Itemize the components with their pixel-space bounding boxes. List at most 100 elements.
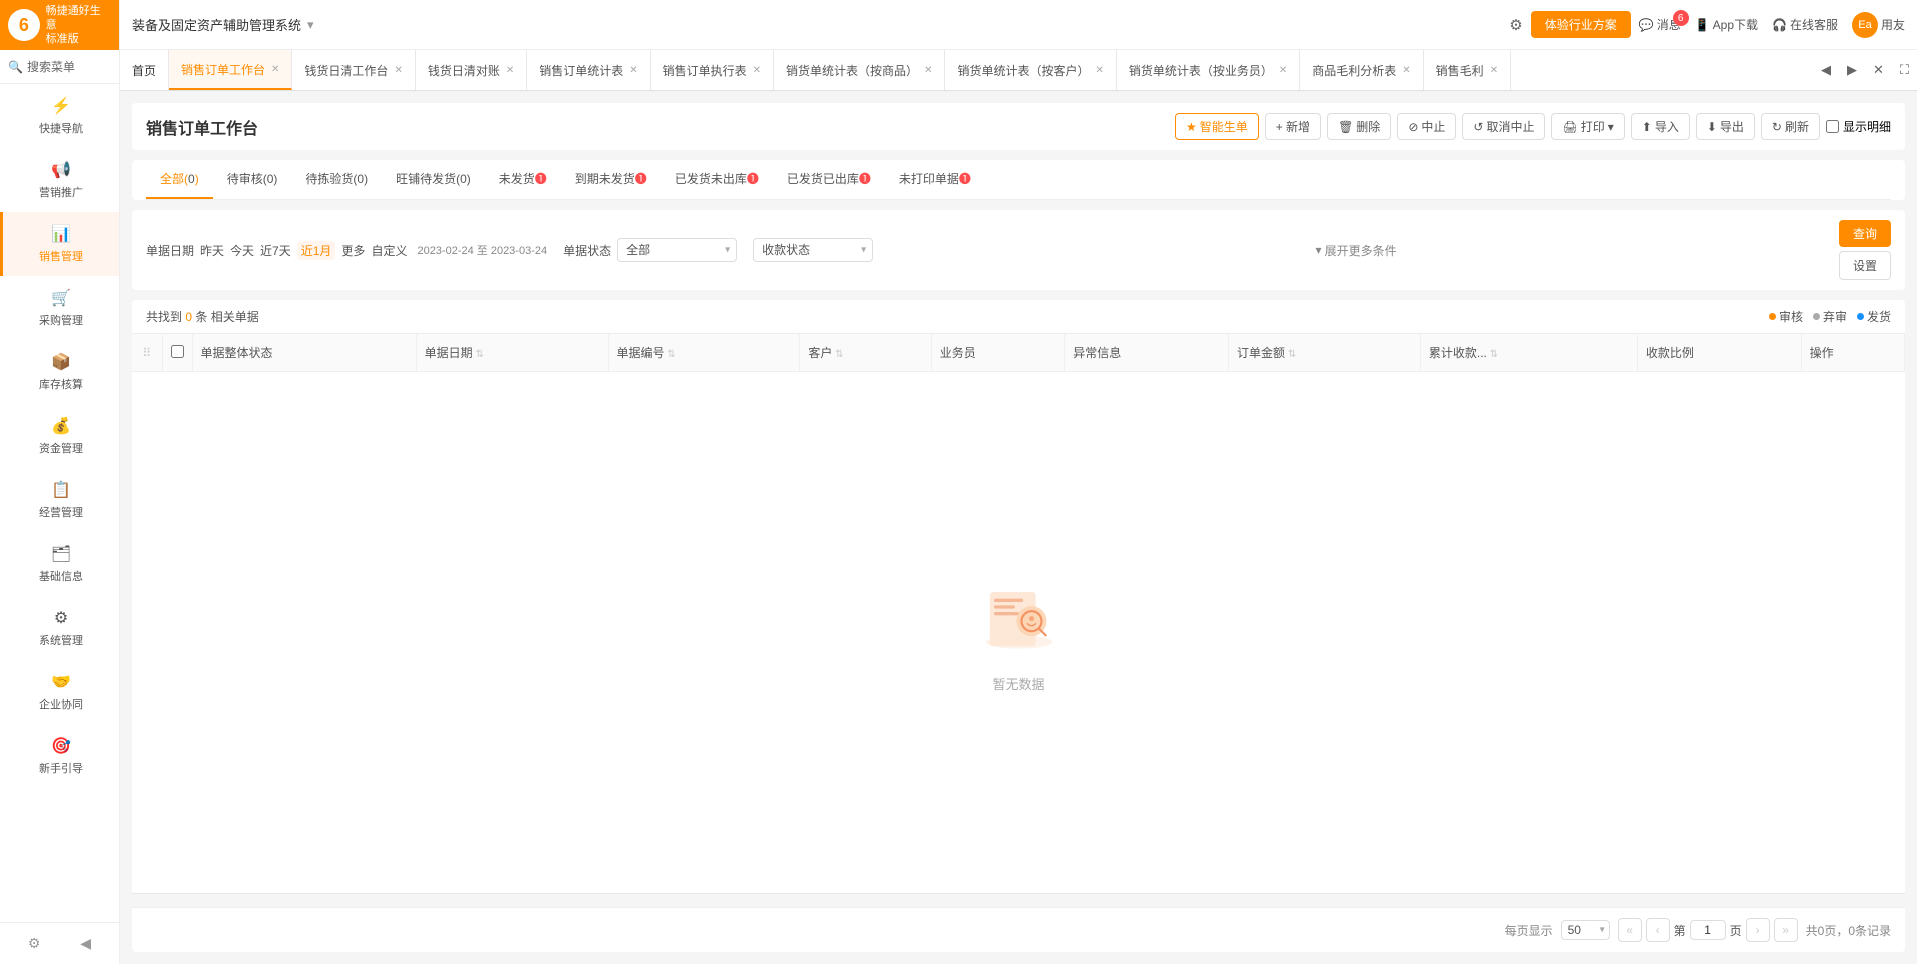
tab-close-sales-order-workspace[interactable]: ✕ (271, 64, 279, 75)
filter-tab-shipped-out[interactable]: 已发货已出库❶ (773, 160, 885, 199)
sidebar-item-sales[interactable]: 📊 销售管理 (0, 212, 119, 276)
th-date[interactable]: 单据日期 (416, 334, 608, 372)
topbar-gear-icon[interactable]: ⚙ (1509, 16, 1522, 34)
filter-status-select[interactable]: 全部 (617, 238, 737, 262)
sidebar-search[interactable]: 🔍 搜索菜单 (0, 50, 119, 84)
delete-button[interactable]: 🗑 删除 (1327, 113, 1391, 140)
sidebar-item-guide[interactable]: 🎯 新手引导 (0, 724, 119, 788)
th-number[interactable]: 单据编号 (608, 334, 800, 372)
messages-btn[interactable]: 💬 消息 6 (1639, 16, 1681, 33)
th-collected[interactable]: 累计收款... (1420, 334, 1637, 372)
tab-close-sales-stats[interactable]: ✕ (629, 65, 637, 76)
user-menu[interactable]: Ea 用友 (1852, 12, 1905, 38)
smart-create-button[interactable]: ★ 智能生单 (1175, 113, 1259, 140)
batch-review-btn[interactable]: 审核 (1769, 308, 1803, 325)
sidebar-item-purchase[interactable]: 🛒 采购管理 (0, 276, 119, 340)
select-all-checkbox[interactable] (171, 345, 184, 358)
system-title: 装备及固定资产辅助管理系统 ▾ (132, 15, 1501, 34)
online-service-btn[interactable]: 🎧 在线客服 (1772, 16, 1838, 33)
horizontal-scrollbar[interactable] (132, 893, 1905, 907)
refresh-button[interactable]: ↻ 刷新 (1761, 113, 1820, 140)
sidebar-item-system[interactable]: ⚙ 系统管理 (0, 596, 119, 660)
new-button[interactable]: + 新增 (1265, 113, 1321, 140)
sidebar-item-basic-info[interactable]: 🗂 基础信息 (0, 532, 119, 596)
filter-tab-pending-inspect[interactable]: 待拣验货(0) (291, 160, 382, 199)
tab-close-current[interactable]: ✕ (1865, 50, 1892, 90)
sidebar-item-marketing[interactable]: 📢 营销推广 (0, 148, 119, 212)
pagination-first-btn[interactable]: « (1618, 918, 1642, 942)
shortcut-more[interactable]: 更多 (341, 242, 365, 259)
pagination-page-input[interactable] (1690, 920, 1726, 940)
tab-sales-summary-staff[interactable]: 销货单统计表（按业务员） ✕ (1117, 50, 1300, 90)
tab-sales-stats[interactable]: 销售订单统计表 ✕ (527, 50, 650, 90)
tab-close-cash-daily[interactable]: ✕ (394, 65, 402, 76)
filter-tab-not-printed[interactable]: 未打印单据❶ (885, 160, 985, 199)
filter-tab-all[interactable]: 全部(0) (146, 160, 213, 199)
tab-margin-analysis[interactable]: 商品毛利分析表 ✕ (1300, 50, 1423, 90)
filter-query-button[interactable]: 查询 (1839, 220, 1891, 247)
filter-tab-pending-review[interactable]: 待审核(0) (213, 160, 292, 199)
tab-close-sales-summary-customer[interactable]: ✕ (1095, 65, 1103, 76)
filter-tabs: 全部(0) 待审核(0) 待拣验货(0) 旺铺待发货(0) 未发货❶ 到期未发货… (132, 160, 1905, 200)
sidebar-item-cooperation[interactable]: 🤝 企业协同 (0, 660, 119, 724)
shortcut-1month[interactable]: 近1月 (297, 241, 336, 260)
filter-tab-shipped-not-out[interactable]: 已发货未出库❶ (661, 160, 773, 199)
industry-solution-button[interactable]: 体验行业方案 (1531, 11, 1631, 38)
filter-tab-not-shipped[interactable]: 未发货❶ (485, 160, 561, 199)
app-download-btn[interactable]: 📱 App下载 (1695, 16, 1758, 33)
tab-fullscreen[interactable]: ⛶ (1892, 50, 1917, 90)
pagination-next-btn[interactable]: › (1746, 918, 1770, 942)
review-dot (1769, 313, 1776, 320)
tab-close-sales-summary-staff[interactable]: ✕ (1279, 65, 1287, 76)
sidebar-item-operations[interactable]: 📋 经营管理 (0, 468, 119, 532)
tab-sales-order-workspace[interactable]: 销售订单工作台 ✕ (169, 50, 292, 90)
tab-close-sales-profit[interactable]: ✕ (1490, 65, 1498, 76)
per-page-select[interactable]: 10 20 50 100 (1561, 920, 1610, 940)
sidebar-item-inventory[interactable]: 📦 库存核算 (0, 340, 119, 404)
tab-sales-profit[interactable]: 销售毛利 ✕ (1424, 50, 1511, 90)
tab-close-sales-exec[interactable]: ✕ (753, 65, 761, 76)
batch-ship-btn[interactable]: 发货 (1857, 308, 1891, 325)
show-detail-checkbox[interactable] (1826, 120, 1839, 133)
system-title-dropdown[interactable]: ▾ (307, 17, 314, 33)
tab-sales-exec[interactable]: 销售订单执行表 ✕ (651, 50, 774, 90)
empty-text: 暂无数据 (992, 674, 1044, 693)
tab-cash-reconcile[interactable]: 钱货日清对账 ✕ (416, 50, 527, 90)
tab-close-margin-analysis[interactable]: ✕ (1402, 65, 1410, 76)
filter-tab-overdue-not-shipped[interactable]: 到期未发货❶ (561, 160, 661, 199)
show-detail-checkbox-label[interactable]: 显示明细 (1826, 118, 1891, 135)
shortcut-today[interactable]: 今天 (230, 242, 254, 259)
th-customer[interactable]: 客户 (800, 334, 931, 372)
filter-set-button[interactable]: 设置 (1839, 251, 1891, 280)
shortcut-yesterday[interactable]: 昨天 (200, 242, 224, 259)
shortcut-7days[interactable]: 近7天 (260, 242, 291, 259)
shortcut-custom[interactable]: 自定义 (371, 242, 407, 259)
tab-sales-summary-product[interactable]: 销货单统计表（按商品） ✕ (774, 50, 945, 90)
abort-button[interactable]: ⊘ 中止 (1397, 113, 1456, 140)
tab-home[interactable]: 首页 (120, 50, 169, 90)
tab-close-cash-reconcile[interactable]: ✕ (506, 65, 514, 76)
sidebar-settings-btn[interactable]: ⚙ (28, 935, 41, 952)
filter-tab-wangpu-pending[interactable]: 旺铺待发货(0) (382, 160, 485, 199)
import-button[interactable]: ⬆ 导入 (1631, 113, 1690, 140)
batch-cancel-review-btn[interactable]: 弃审 (1813, 308, 1847, 325)
tab-close-sales-summary-product[interactable]: ✕ (924, 65, 932, 76)
cancel-abort-button[interactable]: ↺ 取消中止 (1462, 113, 1545, 140)
filter-expand-btn[interactable]: ▾ 展开更多条件 (1316, 242, 1397, 259)
tab-scroll-right[interactable]: ▶ (1839, 50, 1865, 90)
tab-sales-summary-customer[interactable]: 销货单统计表（按客户） ✕ (945, 50, 1116, 90)
sidebar-item-quick-nav[interactable]: ⚡ 快捷导航 (0, 84, 119, 148)
pagination-last-btn[interactable]: » (1774, 918, 1798, 942)
export-button[interactable]: ⬇ 导出 (1696, 113, 1755, 140)
pagination-prev-btn[interactable]: ‹ (1646, 918, 1670, 942)
table-area: 共找到 0 条 相关单据 审核 弃审 发货 (132, 300, 1905, 952)
th-amount[interactable]: 订单金额 (1229, 334, 1421, 372)
tabbar: 首页 销售订单工作台 ✕ 钱货日清工作台 ✕ 钱货日清对账 ✕ 销售订单统计表 … (120, 50, 1917, 91)
filter-collect-select[interactable]: 收款状态 收款状态 (753, 238, 873, 262)
sidebar-item-finance[interactable]: 💰 资金管理 (0, 404, 119, 468)
tab-scroll-left[interactable]: ◀ (1813, 50, 1839, 90)
print-button[interactable]: 🖨 打印 ▾ (1551, 113, 1624, 140)
tab-cash-daily[interactable]: 钱货日清工作台 ✕ (292, 50, 415, 90)
sidebar-collapse-btn[interactable]: ◀ (80, 935, 91, 952)
star-icon: ★ (1186, 120, 1197, 134)
